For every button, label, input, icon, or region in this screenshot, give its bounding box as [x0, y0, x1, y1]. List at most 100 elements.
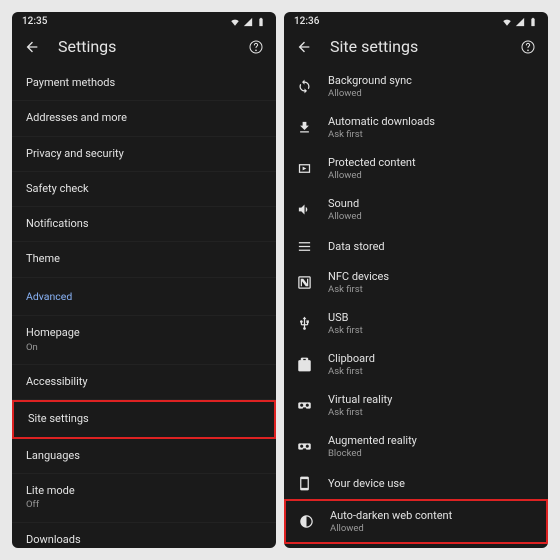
- row-label: Background sync: [328, 74, 534, 87]
- site-settings-list: Background syncAllowedAutomatic download…: [284, 66, 548, 548]
- site-settings-row[interactable]: Background syncAllowed: [284, 66, 548, 107]
- settings-row[interactable]: Notifications: [12, 207, 276, 242]
- site-settings-row[interactable]: SoundAllowed: [284, 189, 548, 230]
- help-icon: [248, 39, 264, 55]
- site-settings-row[interactable]: Your device use: [284, 467, 548, 499]
- settings-row[interactable]: Addresses and more: [12, 101, 276, 136]
- site-settings-row[interactable]: ClipboardAsk first: [284, 344, 548, 385]
- clock: 12:35: [22, 16, 47, 27]
- row-label: Notifications: [26, 217, 262, 231]
- row-sub: Blocked: [328, 448, 534, 459]
- row-label: Accessibility: [26, 375, 262, 389]
- header: Settings: [12, 29, 276, 66]
- header: Site settings: [284, 29, 548, 66]
- settings-row[interactable]: Homepage On: [12, 316, 276, 365]
- row-sub: On: [26, 342, 262, 354]
- site-settings-row[interactable]: Augmented realityBlocked: [284, 426, 548, 467]
- row-label: Site settings: [28, 412, 260, 426]
- row-label: Theme: [26, 252, 262, 266]
- settings-row[interactable]: Theme: [12, 242, 276, 277]
- status-bar: 12:35: [12, 12, 276, 29]
- row-label: Data stored: [328, 240, 534, 253]
- site-settings-row[interactable]: Automatic downloadsAsk first: [284, 107, 548, 148]
- download-icon: [296, 120, 312, 136]
- protected-icon: [296, 161, 312, 177]
- settings-row[interactable]: Languages: [12, 439, 276, 474]
- list-icon: [296, 238, 312, 254]
- settings-row[interactable]: Advanced: [12, 278, 276, 317]
- row-label: Virtual reality: [328, 393, 534, 406]
- settings-row[interactable]: Site settings: [12, 400, 276, 438]
- row-sub: Allowed: [328, 211, 534, 222]
- site-settings-row[interactable]: NFC devicesAsk first: [284, 262, 548, 303]
- status-icons: [230, 17, 266, 27]
- row-label: Addresses and more: [26, 111, 262, 125]
- row-label: Sound: [328, 197, 534, 210]
- row-label: Languages: [26, 449, 262, 463]
- row-label: USB: [328, 311, 534, 324]
- phone-right: 12:36 Site settings Background syncAllow…: [284, 12, 548, 548]
- row-sub: Ask first: [328, 284, 534, 295]
- sound-icon: [296, 202, 312, 218]
- row-label: Clipboard: [328, 352, 534, 365]
- help-button[interactable]: [248, 39, 264, 55]
- page-title: Site settings: [330, 37, 502, 56]
- battery-icon: [256, 17, 266, 27]
- settings-row[interactable]: Safety check: [12, 172, 276, 207]
- back-icon: [24, 39, 40, 55]
- ar-icon: [296, 439, 312, 455]
- settings-row[interactable]: Accessibility: [12, 365, 276, 400]
- sync-icon: [296, 79, 312, 95]
- status-icons: [502, 17, 538, 27]
- nfc-icon: [296, 275, 312, 291]
- settings-row[interactable]: Lite modeOff: [12, 474, 276, 523]
- row-label: Your device use: [328, 477, 534, 490]
- clipboard-icon: [296, 357, 312, 373]
- row-label: Downloads: [26, 533, 262, 547]
- row-label: Automatic downloads: [328, 115, 534, 128]
- row-label: Safety check: [26, 182, 262, 196]
- battery-icon: [528, 17, 538, 27]
- vr-icon: [296, 398, 312, 414]
- row-label: Auto-darken web content: [330, 509, 532, 522]
- row-sub: Ask first: [328, 366, 534, 377]
- row-label: Payment methods: [26, 76, 262, 90]
- back-icon: [296, 39, 312, 55]
- row-sub: Ask first: [328, 325, 534, 336]
- row-sub: Allowed: [328, 170, 534, 181]
- clock: 12:36: [294, 16, 319, 27]
- signal-icon: [515, 17, 525, 27]
- darken-icon: [298, 514, 314, 530]
- back-button[interactable]: [24, 39, 40, 55]
- usb-icon: [296, 316, 312, 332]
- help-icon: [520, 39, 536, 55]
- site-settings-row[interactable]: Protected contentAllowed: [284, 148, 548, 189]
- row-label: Homepage: [26, 326, 262, 340]
- signal-icon: [243, 17, 253, 27]
- status-bar: 12:36: [284, 12, 548, 29]
- row-label: NFC devices: [328, 270, 534, 283]
- site-settings-row[interactable]: Virtual realityAsk first: [284, 385, 548, 426]
- site-settings-row[interactable]: USBAsk first: [284, 303, 548, 344]
- row-sub: Off: [26, 499, 262, 511]
- page-title: Settings: [58, 37, 230, 56]
- row-label: Lite mode: [26, 484, 262, 498]
- wifi-icon: [230, 17, 240, 27]
- site-settings-row[interactable]: Auto-darken web contentAllowed: [284, 499, 548, 544]
- row-sub: Ask first: [328, 129, 534, 140]
- row-label: Advanced: [26, 290, 262, 304]
- row-label: Protected content: [328, 156, 534, 169]
- row-label: Augmented reality: [328, 434, 534, 447]
- settings-row[interactable]: Privacy and security: [12, 137, 276, 172]
- row-sub: Ask first: [328, 407, 534, 418]
- back-button[interactable]: [296, 39, 312, 55]
- phone-left: 12:35 Settings Payment methods Addresses …: [12, 12, 276, 548]
- settings-row[interactable]: Payment methods: [12, 66, 276, 101]
- settings-row[interactable]: Downloads: [12, 523, 276, 548]
- site-settings-row[interactable]: Data stored: [284, 230, 548, 262]
- wifi-icon: [502, 17, 512, 27]
- settings-list: Payment methods Addresses and more Privacy…: [12, 66, 276, 548]
- row-sub: Allowed: [330, 523, 532, 534]
- help-button[interactable]: [520, 39, 536, 55]
- row-label: Privacy and security: [26, 147, 262, 161]
